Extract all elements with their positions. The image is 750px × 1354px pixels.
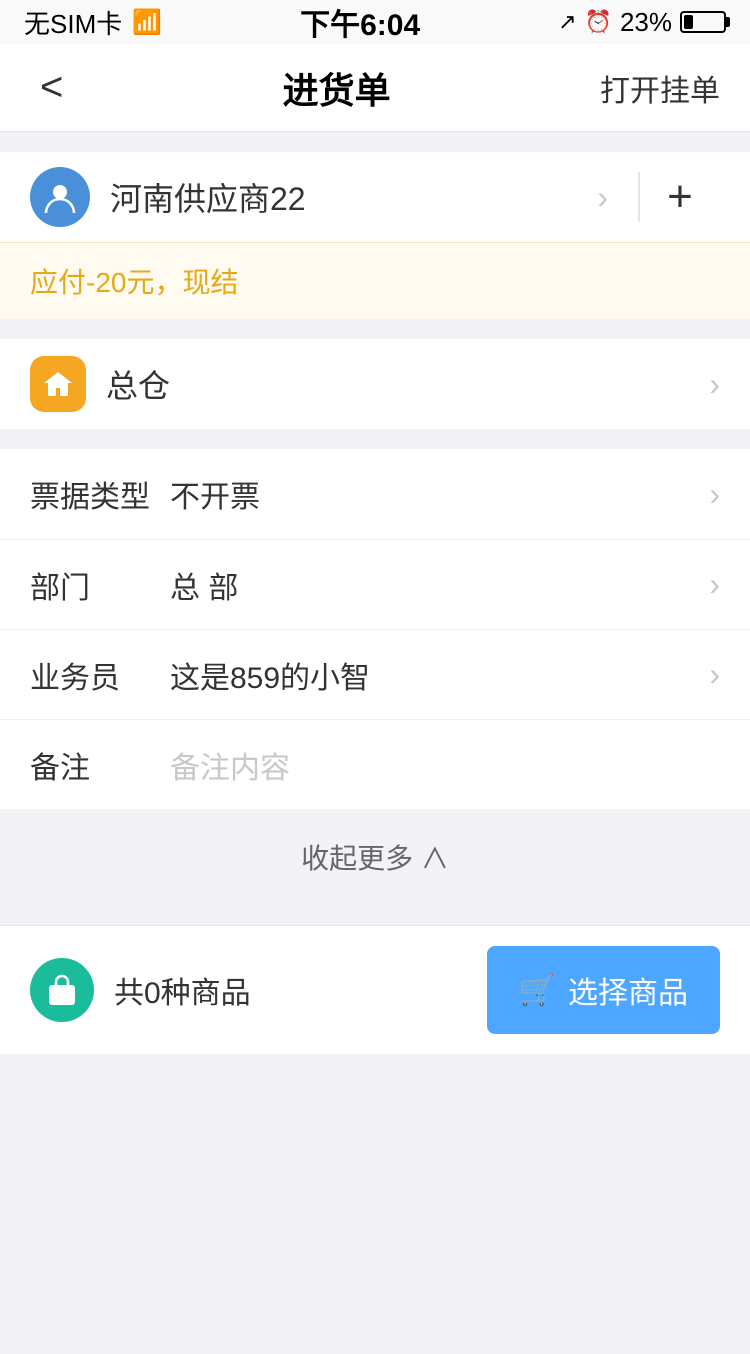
back-button[interactable]: <: [30, 55, 73, 120]
remark-row[interactable]: 备注 备注内容: [0, 719, 750, 809]
supplier-chevron-icon: ›: [597, 179, 608, 216]
battery-icon: [680, 11, 726, 33]
select-btn-icon: 🛒: [519, 973, 556, 1008]
section-gap-1: [0, 132, 750, 152]
open-pending-button[interactable]: 打开挂单: [600, 66, 720, 110]
department-label: 部门: [30, 563, 170, 607]
bottom-bar: 共0种商品 🛒 选择商品: [0, 925, 750, 1054]
supplier-name: 河南供应商22: [110, 174, 597, 220]
warehouse-row[interactable]: 总仓 ›: [0, 339, 750, 429]
salesperson-value: 这是859的小智: [170, 653, 709, 697]
notice-bar: 应付-20元，现结: [0, 242, 750, 319]
page-title: 进货单: [283, 62, 391, 114]
department-row[interactable]: 部门 总 部 ›: [0, 539, 750, 629]
add-supplier-button[interactable]: +: [640, 152, 720, 242]
warehouse-icon: [30, 356, 86, 412]
remark-label: 备注: [30, 743, 170, 787]
time-label: 下午6:04: [300, 0, 420, 44]
location-icon: ↗: [558, 9, 576, 35]
status-left: 无SIM卡 📶: [24, 4, 162, 41]
salesperson-label: 业务员: [30, 653, 170, 697]
select-product-button[interactable]: 🛒 选择商品: [487, 946, 720, 1034]
supplier-avatar: [30, 167, 90, 227]
collapse-label: 收起更多 ∧: [301, 837, 449, 877]
supplier-section: 河南供应商22 › + 应付-20元，现结: [0, 152, 750, 319]
section-gap-3: [0, 429, 750, 449]
warehouse-section: 总仓 ›: [0, 339, 750, 429]
notice-text: 应付-20元，现结: [30, 267, 238, 298]
wifi-icon: 📶: [132, 8, 162, 37]
invoice-type-chevron-icon: ›: [709, 476, 720, 513]
nav-bar: < 进货单 打开挂单: [0, 44, 750, 132]
product-count-label: 共0种商品: [114, 968, 467, 1012]
section-gap-2: [0, 319, 750, 339]
supplier-row[interactable]: 河南供应商22 › +: [0, 152, 750, 242]
invoice-type-value: 不开票: [170, 472, 709, 516]
department-value: 总 部: [170, 563, 709, 607]
invoice-type-label: 票据类型: [30, 472, 170, 516]
warehouse-chevron-icon: ›: [709, 366, 720, 403]
department-chevron-icon: ›: [709, 566, 720, 603]
section-gap-4: [0, 905, 750, 925]
select-btn-label: 选择商品: [568, 968, 688, 1012]
empty-area: [0, 1054, 750, 1354]
salesperson-chevron-icon: ›: [709, 656, 720, 693]
salesperson-row[interactable]: 业务员 这是859的小智 ›: [0, 629, 750, 719]
warehouse-name: 总仓: [106, 361, 709, 407]
invoice-type-row[interactable]: 票据类型 不开票 ›: [0, 449, 750, 539]
product-icon: [30, 958, 94, 1022]
form-section: 票据类型 不开票 › 部门 总 部 › 业务员 这是859的小智 › 备注 备注…: [0, 449, 750, 809]
status-right: ↗ ⏰ 23%: [558, 7, 726, 38]
carrier-label: 无SIM卡: [24, 4, 122, 41]
alarm-icon: ⏰: [585, 9, 612, 35]
collapse-row[interactable]: 收起更多 ∧: [0, 809, 750, 905]
battery-percent: 23%: [620, 7, 672, 38]
remark-value: 备注内容: [170, 743, 720, 787]
status-bar: 无SIM卡 📶 下午6:04 ↗ ⏰ 23%: [0, 0, 750, 44]
